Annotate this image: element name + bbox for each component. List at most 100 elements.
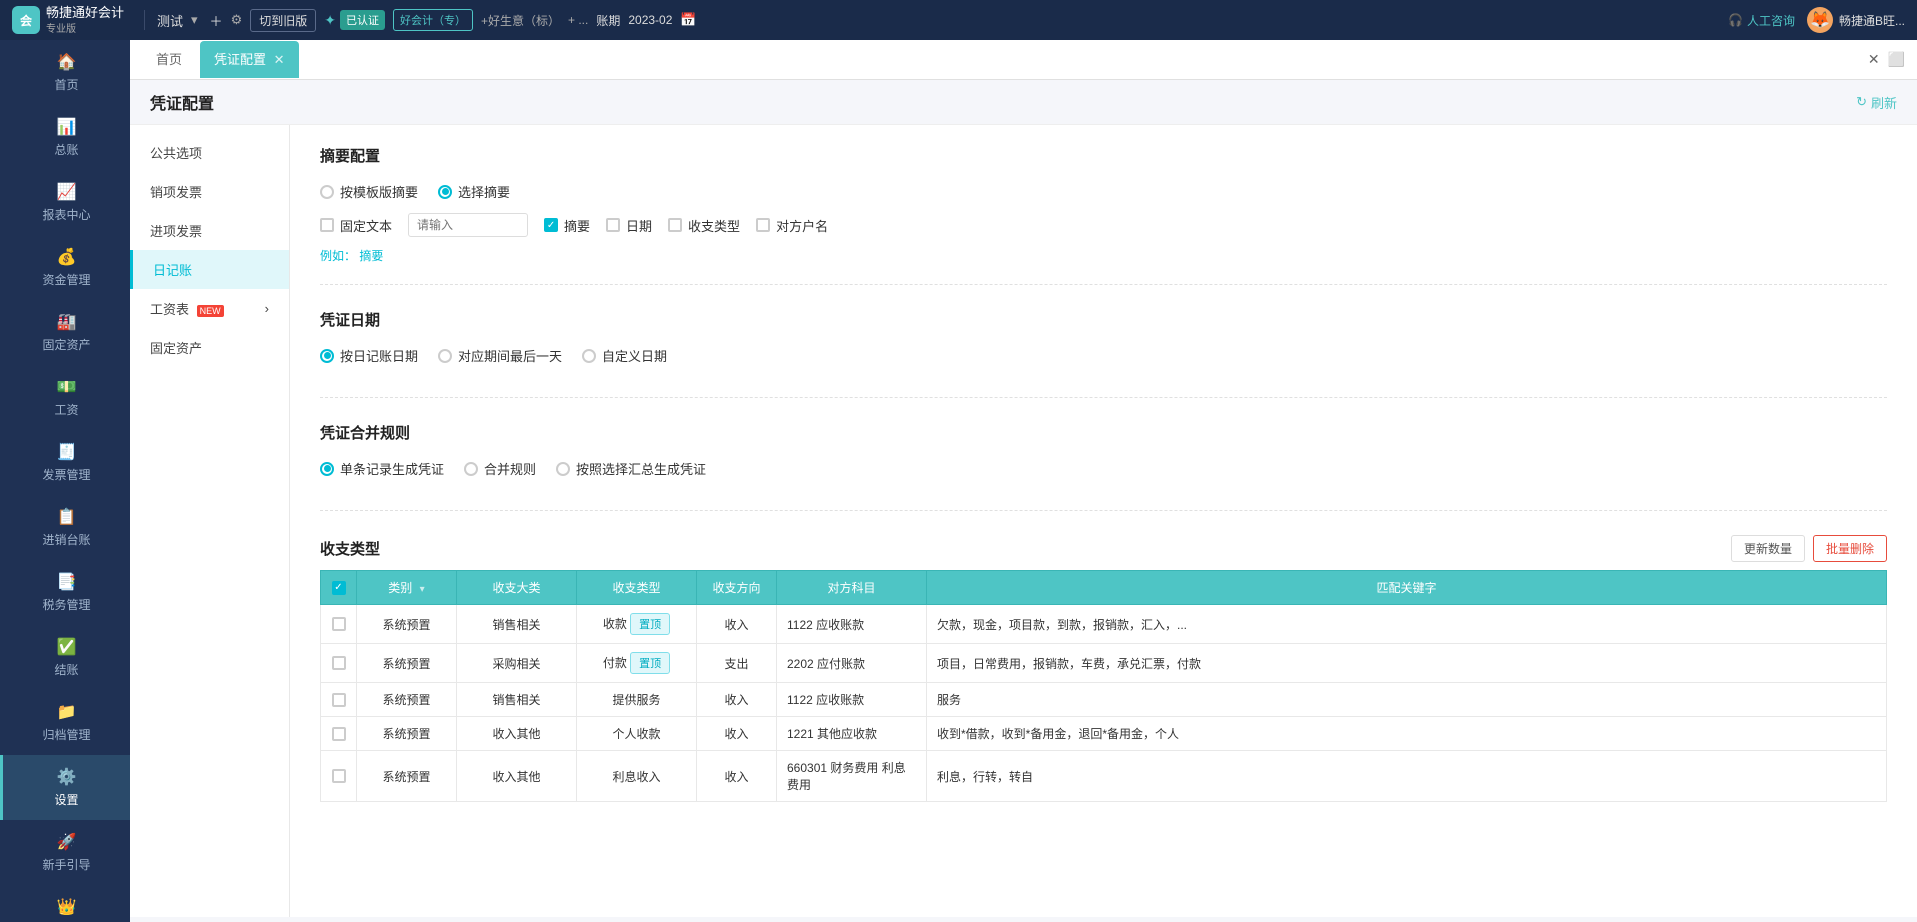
service-btn[interactable]: 🎧 人工咨询 [1728,12,1795,29]
sidebar-item-funds[interactable]: 💰 资金管理 [0,235,130,300]
sidebar-item-assets[interactable]: 🏭 固定资产 [0,300,130,365]
fixed-text-checkbox[interactable]: 固定文本 [320,216,392,235]
date-section: 凭证日期 按日记账日期 对应期间最后一天 [320,309,1887,398]
counter-name-checkbox-box [756,218,770,232]
sidebar-item-reports[interactable]: 📈 报表中心 [0,170,130,235]
config-item-fixed-assets[interactable]: 固定资产 [130,328,289,367]
row-account-3: 1221 其他应收款 [777,717,927,751]
refresh-icon: ↻ [1856,94,1867,110]
company-dropdown-icon[interactable]: ▾ [191,12,198,28]
sidebar: 🏠 首页 📊 总账 📈 报表中心 💰 资金管理 🏭 固定资产 💵 工资 🧾 发票… [0,40,130,922]
fixed-text-input[interactable] [408,213,528,237]
select-all-checkbox[interactable]: ✓ [332,581,346,595]
income-section: 收支类型 更新数量 批量删除 ✓ [320,535,1887,802]
archive-icon: 📁 [57,702,77,722]
row-major-2: 销售相关 [457,683,577,717]
refresh-btn[interactable]: ↻ 刷新 [1856,93,1897,112]
tab-close-icon[interactable]: ✕ [274,52,285,67]
date-radio-last[interactable]: 对应期间最后一天 [438,346,562,365]
row-major-4: 收入其他 [457,751,577,802]
date-radio-journal-circle [320,349,334,363]
home-icon: 🏠 [57,52,77,72]
summary-checkbox[interactable]: ✓ 摘要 [544,216,590,235]
row-keywords-2: 服务 [927,683,1887,717]
merge-radio-summary[interactable]: 按照选择汇总生成凭证 [556,459,706,478]
sidebar-item-member[interactable]: 👑 畅会员 [0,885,130,922]
tab-close-window-btn[interactable]: ✕ [1868,51,1880,68]
top-tag-1[interactable]: 置顶 [630,652,670,674]
row-account-4: 660301 财务费用 利息费用 [777,751,927,802]
config-item-payroll[interactable]: 工资表 NEW › [130,289,289,328]
summary-radio-select[interactable]: 选择摘要 [438,182,510,201]
row-direction-1: 支出 [697,644,777,683]
switch-version-btn[interactable]: 切到旧版 [250,9,316,32]
sidebar-item-invoice[interactable]: 🧾 发票管理 [0,430,130,495]
sidebar-item-salary[interactable]: 💵 工资 [0,365,130,430]
date-radio-custom-circle [582,349,596,363]
sidebar-item-tax[interactable]: 📑 税务管理 [0,560,130,625]
certified-tag: 已认证 [340,10,385,30]
row-type-4: 利息收入 [577,751,697,802]
sidebar-item-guide[interactable]: 🚀 新手引导 [0,820,130,885]
config-item-public[interactable]: 公共选项 [130,133,289,172]
sidebar-item-home[interactable]: 🏠 首页 [0,40,130,105]
gear-icon[interactable]: ⚙ [231,12,243,28]
date-checkbox[interactable]: 日期 [606,216,652,235]
th-keyword: 匹配关键字 [927,571,1887,605]
app-logo-icon: 会 [12,6,40,34]
merge-radio-single[interactable]: 单条记录生成凭证 [320,459,444,478]
row-check-2[interactable] [332,693,346,707]
ledger-icon: 📊 [57,117,77,137]
merge-radio-summary-circle [556,462,570,476]
tab-voucher-config[interactable]: 凭证配置 ✕ [200,41,299,78]
sidebar-item-archive[interactable]: 📁 归档管理 [0,690,130,755]
top-header: 会 畅捷通好会计 专业版 测试 ▾ ＋ ⚙ 切到旧版 ✦ 已认证 好会计（专） … [0,0,1917,40]
summary-radio-template[interactable]: 按模板版摘要 [320,182,418,201]
user-avatar: 🦊 [1807,7,1833,33]
row-direction-3: 收入 [697,717,777,751]
sidebar-item-ledger[interactable]: 📊 总账 [0,105,130,170]
tab-home[interactable]: 首页 [142,41,196,78]
tab-expand-btn[interactable]: ⬜ [1888,51,1905,68]
date-radio-custom[interactable]: 自定义日期 [582,346,667,365]
row-check-4[interactable] [332,769,346,783]
logo-area: 会 畅捷通好会计 专业版 [12,5,132,36]
row-check-1[interactable] [332,656,346,670]
page-header: 凭证配置 ↻ 刷新 [130,80,1917,125]
user-area[interactable]: 🦊 畅捷通B旺... [1807,7,1905,33]
add-icon[interactable]: ＋ [210,11,223,30]
merge-radio-rules[interactable]: 合并规则 [464,459,536,478]
row-check-3[interactable] [332,727,346,741]
merge-section-title: 凭证合并规则 [320,422,1887,443]
update-count-btn[interactable]: 更新数量 [1731,535,1805,562]
header-right: 🎧 人工咨询 🦊 畅捷通B旺... [1728,7,1905,33]
config-main: 摘要配置 按模板版摘要 选择摘要 [290,125,1917,917]
sidebar-item-trade[interactable]: 📋 进销台账 [0,495,130,560]
row-category-2: 系统预置 [357,683,457,717]
settings-icon: ⚙️ [57,767,77,787]
batch-delete-btn[interactable]: 批量删除 [1813,535,1887,562]
sidebar-item-close[interactable]: ✅ 结账 [0,625,130,690]
th-direction: 收支方向 [697,571,777,605]
page-title: 凭证配置 [150,90,214,114]
table-row: 系统预置 采购相关 付款 置顶 支出 2202 应付账款 项目，日常费用，报销款… [321,644,1887,683]
income-type-checkbox[interactable]: 收支类型 [668,216,740,235]
counter-name-checkbox[interactable]: 对方户名 [756,216,828,235]
config-item-purchase-invoice[interactable]: 进项发票 [130,211,289,250]
header-divider-1 [144,10,145,30]
date-radio-journal[interactable]: 按日记账日期 [320,346,418,365]
row-type-0: 收款 置顶 [577,605,697,644]
config-item-sales-invoice[interactable]: 销项发票 [130,172,289,211]
config-item-journal[interactable]: 日记账 [130,250,289,289]
certified-area: ✦ 已认证 [324,10,385,30]
headset-icon: 🎧 [1728,13,1743,27]
sort-icon[interactable]: ▾ [420,584,425,595]
top-tag-0[interactable]: 置顶 [630,613,670,635]
row-direction-4: 收入 [697,751,777,802]
calendar-icon[interactable]: 📅 [680,12,696,28]
row-check-0[interactable] [332,617,346,631]
fixed-text-checkbox-box [320,218,334,232]
row-direction-2: 收入 [697,683,777,717]
sidebar-item-settings[interactable]: ⚙️ 设置 [0,755,130,820]
product-tag-2: +好生意（标） [481,12,560,29]
